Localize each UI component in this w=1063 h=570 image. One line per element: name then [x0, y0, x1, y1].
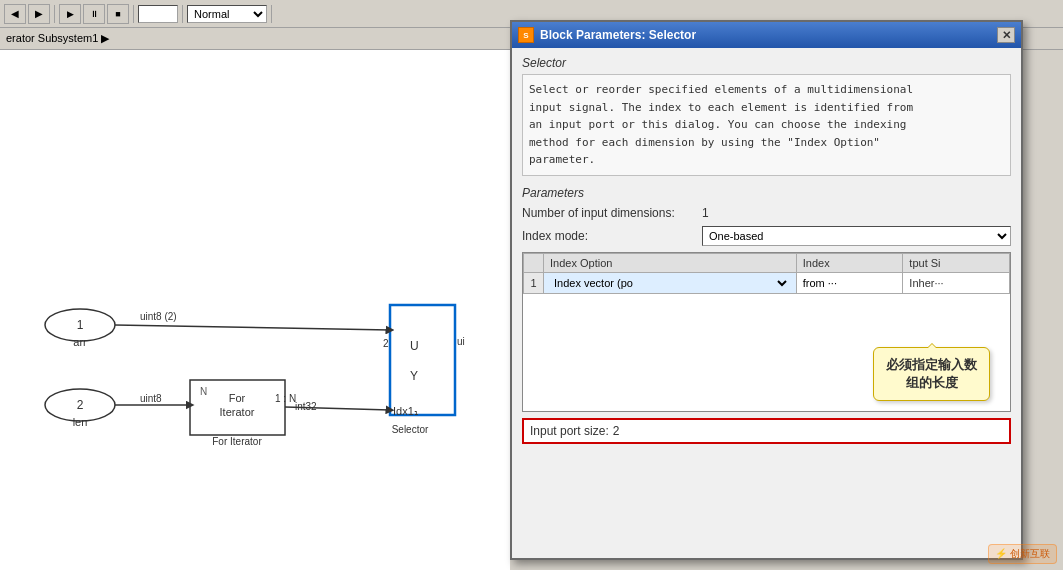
table-cell-index-option[interactable]: Index vector (po: [544, 272, 797, 293]
dialog-title-icon: S: [518, 27, 534, 43]
num-dims-label: Number of input dimensions:: [522, 206, 702, 220]
svg-text:For Iterator: For Iterator: [212, 436, 262, 447]
watermark-text: 创新互联: [1010, 548, 1050, 559]
svg-text:Selector: Selector: [392, 424, 429, 435]
input-port-size-row: Input port size: 2: [522, 418, 1011, 444]
svg-rect-16: [390, 305, 455, 415]
table-header-index: Index: [796, 253, 903, 272]
toolbar-sep-2: [133, 5, 134, 23]
table-cell-tput-si: Inher···: [903, 272, 1010, 293]
toolbar-sep-4: [271, 5, 272, 23]
dialog-description-text: Select or reorder specified elements of …: [529, 83, 913, 166]
svg-text:uint8: uint8: [140, 393, 162, 404]
table-header-rownum: [524, 253, 544, 272]
toolbar-btn-forward[interactable]: ▶: [28, 4, 50, 24]
svg-text:int32: int32: [295, 401, 317, 412]
input-port-size-value: 2: [613, 424, 620, 438]
svg-text:uint8 (2): uint8 (2): [140, 311, 177, 322]
toolbar-sep-1: [54, 5, 55, 23]
dialog-close-button[interactable]: ✕: [997, 27, 1015, 43]
index-option-select[interactable]: Index vector (po: [550, 276, 790, 290]
table-header-index-option: Index Option: [544, 253, 797, 272]
svg-text:Y: Y: [410, 369, 418, 383]
index-table-area: Index Option Index tput Si 1 Index vecto…: [522, 252, 1011, 412]
tooltip-line2: 组的长度: [886, 374, 977, 392]
index-mode-select[interactable]: One-based Zero-based: [702, 226, 1011, 246]
watermark-icon: ⚡: [995, 548, 1007, 559]
index-mode-row: Index mode: One-based Zero-based: [522, 226, 1011, 246]
canvas-area: 1 arr uint8 (2) 2 len uint8 For Iterator…: [0, 50, 510, 570]
dialog-section-label: Selector: [522, 56, 1011, 70]
toolbar-sep-3: [182, 5, 183, 23]
num-dims-row: Number of input dimensions: 1: [522, 206, 1011, 220]
zoom-input[interactable]: 10.0: [138, 5, 178, 23]
svg-text:For: For: [229, 392, 246, 404]
svg-text:N: N: [200, 386, 207, 397]
svg-text:2: 2: [383, 338, 389, 349]
diagram-svg: 1 arr uint8 (2) 2 len uint8 For Iterator…: [0, 50, 510, 570]
num-dims-value: 1: [702, 206, 709, 220]
svg-text:Iterator: Iterator: [220, 406, 255, 418]
watermark: ⚡ 创新互联: [988, 544, 1057, 564]
index-mode-label: Index mode:: [522, 229, 702, 243]
svg-text:1 : N: 1 : N: [275, 393, 296, 404]
dialog-title-text: Block Parameters: Selector: [540, 28, 997, 42]
tput-si-value: Inher···: [909, 277, 943, 289]
input-port-size-label: Input port size:: [530, 424, 609, 438]
index-table: Index Option Index tput Si 1 Index vecto…: [523, 253, 1010, 294]
dialog-description: Select or reorder specified elements of …: [522, 74, 1011, 176]
dialog-body: Selector Select or reorder specified ele…: [512, 48, 1021, 558]
toolbar-btn-play[interactable]: ▶: [59, 4, 81, 24]
table-cell-index[interactable]: from ···: [796, 272, 903, 293]
svg-text:arr: arr: [73, 336, 87, 348]
svg-text:2: 2: [77, 398, 84, 412]
toolbar-btn-back[interactable]: ◀: [4, 4, 26, 24]
table-header-row: Index Option Index tput Si: [524, 253, 1010, 272]
svg-text:ui: ui: [457, 336, 465, 347]
params-label: Parameters: [522, 186, 1011, 200]
table-row: 1 Index vector (po from ··· Inher···: [524, 272, 1010, 293]
mode-select[interactable]: Normal: [187, 5, 267, 23]
dialog-icon-label: S: [523, 31, 528, 40]
svg-text:1: 1: [77, 318, 84, 332]
svg-text:Idx1₁: Idx1₁: [393, 405, 418, 417]
toolbar-btn-stop[interactable]: ■: [107, 4, 129, 24]
toolbar-btn-pause[interactable]: ⏸: [83, 4, 105, 24]
table-cell-rownum: 1: [524, 272, 544, 293]
breadcrumb-text: erator Subsystem1 ▶: [6, 32, 109, 45]
dialog-titlebar: S Block Parameters: Selector ✕: [512, 22, 1021, 48]
block-params-dialog: S Block Parameters: Selector ✕ Selector …: [510, 20, 1023, 560]
index-from-button[interactable]: from ···: [803, 277, 837, 289]
table-header-tput-si: tput Si: [903, 253, 1010, 272]
svg-text:U: U: [410, 339, 419, 353]
svg-text:len: len: [73, 416, 88, 428]
tooltip-line1: 必须指定输入数: [886, 356, 977, 374]
tooltip-bubble: 必须指定输入数 组的长度: [873, 347, 990, 401]
